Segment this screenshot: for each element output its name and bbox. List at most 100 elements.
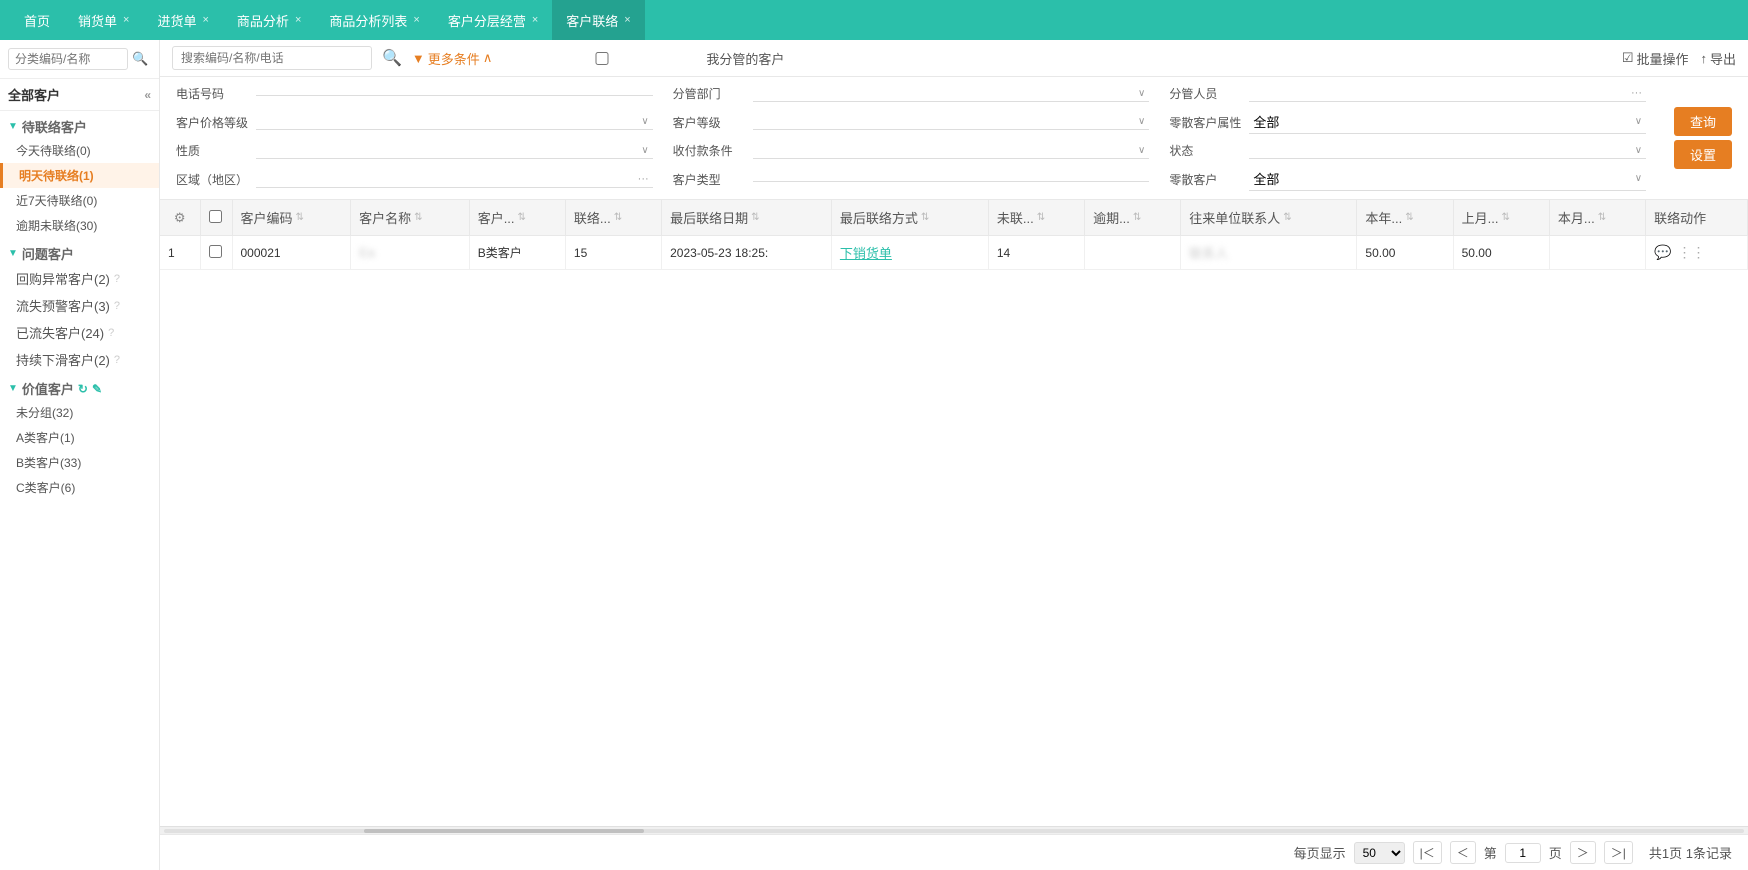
help-icon-3[interactable]: ?	[114, 354, 120, 366]
status-label: 状态	[1169, 142, 1249, 159]
sort-last-contact-date[interactable]: ⇅	[751, 212, 759, 223]
last-contact-link[interactable]: 下销货单	[840, 246, 892, 261]
sort-overdue[interactable]: ⇅	[1133, 212, 1141, 223]
sort-unit-contact[interactable]: ⇅	[1283, 212, 1291, 223]
nav-analysis-close[interactable]: ×	[295, 14, 301, 26]
sort-type[interactable]: ⇅	[518, 212, 526, 223]
search-input[interactable]	[172, 46, 372, 70]
retail-attr-input[interactable]: 全部 ∨	[1249, 110, 1646, 134]
sidebar-item-lost-risk[interactable]: 流失预警客户(3) ?	[0, 292, 159, 319]
customer-type-input[interactable]	[753, 177, 1150, 182]
row-checkbox	[200, 236, 232, 270]
sidebar-item-continuous-decline[interactable]: 持续下滑客户(2) ?	[0, 346, 159, 373]
sort-this-year[interactable]: ⇅	[1405, 212, 1413, 223]
col-action: 联络动作	[1646, 200, 1748, 236]
status-input[interactable]: ∨	[1249, 143, 1646, 159]
sidebar-search-input[interactable]	[8, 48, 128, 70]
per-page-label: 每页显示	[1294, 843, 1346, 862]
row-last-month: 50.00	[1453, 236, 1549, 270]
sort-this-month[interactable]: ⇅	[1598, 212, 1606, 223]
dept-label: 分管部门	[673, 85, 753, 102]
value-refresh-icon[interactable]: ↻	[78, 382, 88, 396]
customer-level-arrow: ∨	[1138, 116, 1145, 127]
customer-level-input[interactable]: ∨	[753, 114, 1150, 130]
row-name-value: Ea	[359, 245, 375, 260]
sidebar-item-class-c[interactable]: C类客户(6)	[0, 475, 159, 500]
horizontal-scrollbar[interactable]	[160, 826, 1748, 834]
nav-purchase[interactable]: 进货单 ×	[143, 0, 222, 40]
nav-customer-contact[interactable]: 客户联络 ×	[552, 0, 644, 40]
value-edit-icon[interactable]: ✎	[92, 382, 102, 396]
nav-sales[interactable]: 销货单 ×	[64, 0, 143, 40]
sidebar-item-lost[interactable]: 已流失客户(24) ?	[0, 319, 159, 346]
nav-analysis[interactable]: 商品分析 ×	[223, 0, 315, 40]
last-page-button[interactable]: ＞|	[1604, 841, 1633, 864]
nav-analysis-list[interactable]: 商品分析列表 ×	[315, 0, 433, 40]
price-level-input[interactable]: ∨	[256, 114, 653, 130]
total-info: 共1页 1条记录	[1649, 843, 1732, 862]
next-page-button[interactable]: ＞	[1570, 841, 1596, 864]
nav-customer-segment-close[interactable]: ×	[532, 14, 538, 26]
phone-input[interactable]	[256, 91, 653, 96]
per-page-select[interactable]: 50 100 200	[1354, 842, 1405, 864]
sidebar-search-icon[interactable]: 🔍	[132, 51, 148, 67]
sidebar-item-class-b[interactable]: B类客户(33)	[0, 450, 159, 475]
search-button-icon[interactable]: 🔍	[382, 48, 402, 68]
sidebar-item-class-a[interactable]: A类客户(1)	[0, 425, 159, 450]
customer-type-label: 客户类型	[673, 171, 753, 188]
set-button[interactable]: 设置	[1674, 140, 1732, 169]
export-button[interactable]: ↑ 导出	[1700, 49, 1736, 68]
sort-last-month[interactable]: ⇅	[1501, 212, 1509, 223]
sidebar-item-tomorrow[interactable]: 明天待联络(1)	[0, 163, 159, 188]
sort-last-contact-method[interactable]: ⇅	[921, 212, 929, 223]
help-icon-2[interactable]: ?	[108, 327, 114, 339]
nav-sales-close[interactable]: ×	[123, 14, 129, 26]
select-all-checkbox[interactable]	[209, 210, 222, 223]
sort-contact[interactable]: ⇅	[614, 212, 622, 223]
page-number-input[interactable]	[1505, 843, 1541, 863]
payment-input[interactable]: ∨	[753, 143, 1150, 159]
my-customers-checkbox-label[interactable]: 我分管的客户	[502, 49, 784, 68]
row-contact: 15	[565, 236, 661, 270]
sidebar-item-week7[interactable]: 近7天待联络(0)	[0, 188, 159, 213]
sidebar-all-customers[interactable]: 全部客户 «	[0, 79, 159, 111]
sidebar-item-ungrouped[interactable]: 未分组(32)	[0, 400, 159, 425]
sidebar-collapse-icon: «	[144, 88, 151, 102]
prev-page-button[interactable]: ＜	[1450, 841, 1476, 864]
action-chat-icon[interactable]: 💬	[1654, 244, 1671, 261]
help-icon-0[interactable]: ?	[114, 273, 120, 285]
batch-op-button[interactable]: ☑ 批量操作	[1622, 49, 1689, 68]
col-code: 客户编码 ⇅	[232, 200, 351, 236]
dept-input[interactable]: ∨	[753, 86, 1150, 102]
dept-dropdown-arrow: ∨	[1138, 88, 1145, 99]
sort-code[interactable]: ⇅	[296, 212, 304, 223]
nav-purchase-close[interactable]: ×	[202, 14, 208, 26]
sidebar-item-repurchase-abnormal[interactable]: 回购异常客户(2) ?	[0, 265, 159, 292]
col-last-month: 上月... ⇅	[1453, 200, 1549, 236]
person-input[interactable]: ···	[1249, 85, 1646, 102]
nature-input[interactable]: ∨	[256, 143, 653, 159]
row-select-checkbox[interactable]	[209, 245, 222, 258]
my-customers-checkbox[interactable]	[502, 52, 702, 65]
region-more-btn[interactable]: ···	[638, 173, 649, 185]
more-conditions-btn[interactable]: ▼ 更多条件 ∧	[412, 49, 492, 68]
sidebar-item-overdue[interactable]: 逾期未联络(30)	[0, 213, 159, 238]
query-button[interactable]: 查询	[1674, 107, 1732, 136]
first-page-button[interactable]: |＜	[1413, 841, 1442, 864]
action-more-icon[interactable]: ⋮⋮	[1678, 244, 1706, 261]
help-icon-1[interactable]: ?	[114, 300, 120, 312]
table-settings-gear[interactable]: ⚙	[174, 210, 186, 226]
sort-name[interactable]: ⇅	[414, 212, 422, 223]
sidebar-item-today[interactable]: 今天待联络(0)	[0, 138, 159, 163]
retail-customer-input[interactable]: 全部 ∨	[1249, 167, 1646, 191]
nav-customer-contact-close[interactable]: ×	[624, 14, 630, 26]
table-row: 1 000021 Ea B类客户 15 2023-05-23 18:25: 下销…	[160, 236, 1748, 270]
nav-home[interactable]: 首页	[10, 0, 64, 40]
region-input[interactable]: ···	[256, 171, 653, 188]
sort-uncontacted[interactable]: ⇅	[1037, 212, 1045, 223]
col-this-year: 本年... ⇅	[1357, 200, 1453, 236]
nav-customer-segment[interactable]: 客户分层经营 ×	[434, 0, 552, 40]
person-more-btn[interactable]: ···	[1631, 87, 1642, 99]
page-label-text: 第	[1484, 843, 1497, 862]
nav-analysis-list-close[interactable]: ×	[413, 14, 419, 26]
